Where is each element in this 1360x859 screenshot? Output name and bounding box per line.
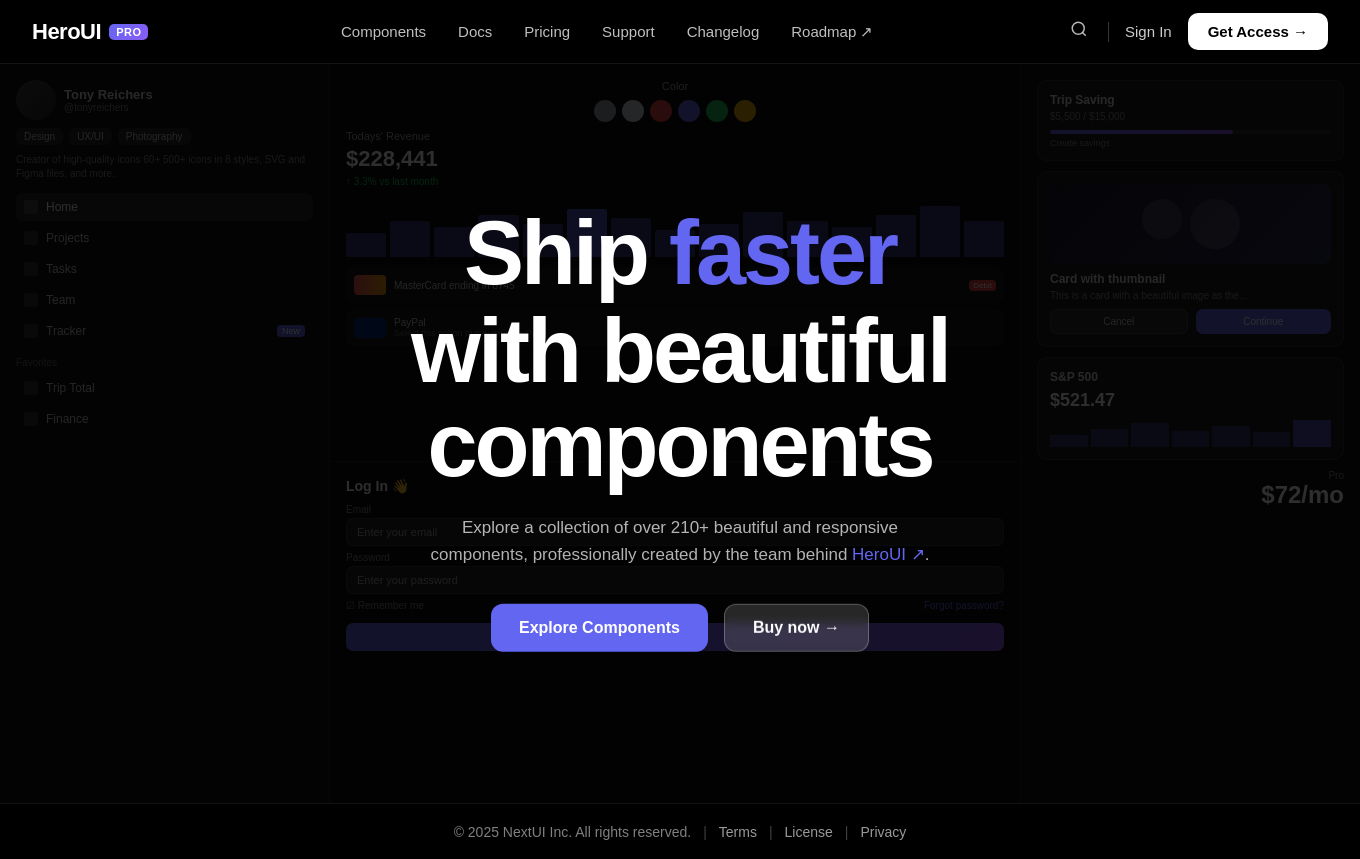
svg-point-0 (1072, 22, 1084, 34)
hero-description: Explore a collection of over 210+ beauti… (420, 513, 940, 567)
hero-headline-line3: components (230, 399, 1130, 489)
footer-privacy[interactable]: Privacy (860, 824, 906, 840)
explore-components-button[interactable]: Explore Components (491, 604, 708, 652)
pro-badge: PRO (109, 24, 148, 40)
nav-docs[interactable]: Docs (458, 23, 492, 40)
hero-content: Ship faster with beautiful components Ex… (230, 207, 1130, 651)
nav-divider (1108, 22, 1109, 42)
nav-components[interactable]: Components (341, 23, 426, 40)
logo: HeroUI (32, 19, 101, 45)
navbar-center: Components Docs Pricing Support Changelo… (341, 23, 873, 41)
navbar-left: HeroUI PRO (32, 19, 148, 45)
hero-headline-line2: with beautiful (230, 305, 1130, 395)
nav-roadmap[interactable]: Roadmap ↗ (791, 23, 873, 41)
nav-changelog[interactable]: Changelog (687, 23, 760, 40)
signin-button[interactable]: Sign In (1125, 23, 1172, 40)
hero-desc-suffix: . (925, 545, 930, 564)
navbar: HeroUI PRO Components Docs Pricing Suppo… (0, 0, 1360, 64)
footer-sep-2: | (769, 824, 773, 840)
hero-headline-line1: Ship faster (230, 207, 1130, 297)
navbar-right: Sign In Get Access → (1066, 13, 1328, 50)
footer-terms[interactable]: Terms (719, 824, 757, 840)
heroui-link[interactable]: HeroUI ↗ (852, 545, 925, 564)
nav-pricing[interactable]: Pricing (524, 23, 570, 40)
hero-buttons: Explore Components Buy now → (230, 604, 1130, 652)
footer-license[interactable]: License (785, 824, 833, 840)
buy-now-label: Buy now → (753, 619, 840, 637)
hero-faster: faster (669, 202, 896, 302)
buy-now-button[interactable]: Buy now → (724, 604, 869, 652)
hero-ship: Ship (464, 202, 669, 302)
footer-sep-3: | (845, 824, 849, 840)
footer: © 2025 NextUI Inc. All rights reserved. … (0, 803, 1360, 859)
nav-support[interactable]: Support (602, 23, 655, 40)
get-access-button[interactable]: Get Access → (1188, 13, 1328, 50)
footer-copyright: © 2025 NextUI Inc. All rights reserved. (454, 824, 692, 840)
footer-sep-1: | (703, 824, 707, 840)
hero-desc-text1: Explore a collection of over 210+ beauti… (431, 517, 898, 563)
search-button[interactable] (1066, 16, 1092, 47)
